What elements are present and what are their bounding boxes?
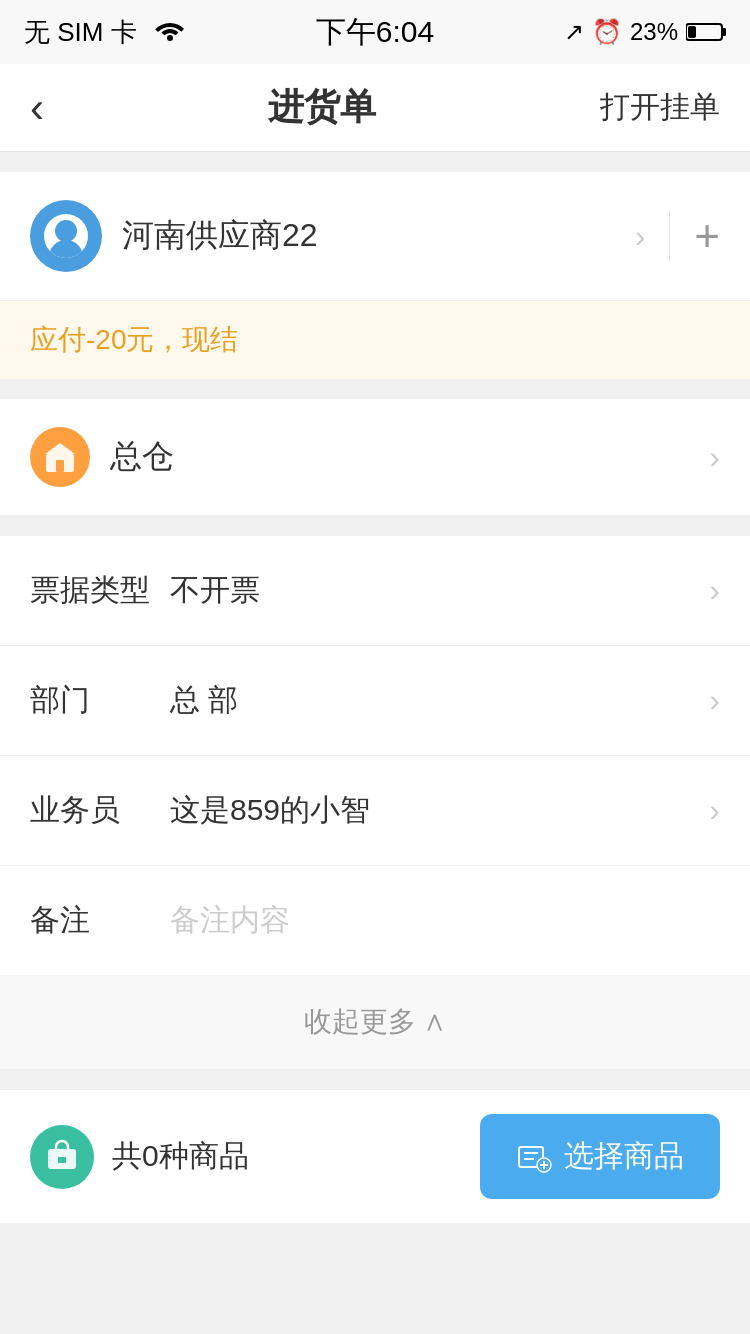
supplier-avatar	[30, 200, 102, 272]
notice-row: 应付-20元，现结	[0, 301, 750, 379]
alarm-icon: ⏰	[592, 18, 622, 46]
battery-icon	[686, 22, 726, 42]
page-content: 河南供应商22 › + 应付-20元，现结 总仓 › 票据类型 不开票	[0, 152, 750, 1334]
remark-row[interactable]: 备注 备注内容	[0, 865, 750, 975]
chevron-right-icon: ›	[635, 218, 646, 255]
page-title: 进货单	[268, 83, 376, 132]
status-time: 下午6:04	[316, 12, 434, 53]
svg-rect-2	[688, 26, 696, 38]
svg-rect-5	[56, 460, 64, 472]
department-row[interactable]: 部门 总 部 ›	[0, 645, 750, 755]
nav-bar: ‹ 进货单 打开挂单	[0, 64, 750, 152]
department-label: 部门	[30, 680, 170, 721]
svg-marker-4	[45, 443, 75, 454]
select-product-button[interactable]: 选择商品	[480, 1114, 720, 1199]
back-button[interactable]: ‹	[30, 87, 44, 129]
warehouse-icon	[30, 427, 90, 487]
supplier-section: 河南供应商22 › + 应付-20元，现结	[0, 172, 750, 379]
remark-label: 备注	[30, 900, 170, 941]
salesperson-chevron-icon: ›	[709, 792, 720, 829]
warehouse-section: 总仓 ›	[0, 399, 750, 515]
collapse-label: 收起更多 ∧	[304, 1003, 447, 1041]
supplier-name: 河南供应商22	[122, 214, 635, 258]
bottom-bar: 共0种商品 选择商品	[0, 1089, 750, 1223]
avatar-body	[49, 240, 83, 258]
add-supplier-button[interactable]: +	[694, 214, 720, 258]
product-count-wrap: 共0种商品	[30, 1125, 249, 1189]
invoice-type-label: 票据类型	[30, 570, 170, 611]
department-chevron-icon: ›	[709, 682, 720, 719]
status-left: 无 SIM 卡 ⁨	[24, 15, 186, 50]
product-icon	[30, 1125, 94, 1189]
open-pending-button[interactable]: 打开挂单	[600, 87, 720, 128]
product-count-text: 共0种商品	[112, 1136, 249, 1177]
supplier-row[interactable]: 河南供应商22 › +	[0, 172, 750, 301]
battery-text: 23%	[630, 18, 678, 46]
warehouse-row[interactable]: 总仓 ›	[0, 399, 750, 515]
vertical-divider	[669, 212, 670, 260]
invoice-chevron-icon: ›	[709, 572, 720, 609]
warehouse-chevron-icon: ›	[709, 439, 720, 476]
invoice-type-value: 不开票	[170, 570, 709, 611]
salesperson-label: 业务员	[30, 790, 170, 831]
gap-3	[0, 515, 750, 535]
warehouse-name: 总仓	[110, 435, 709, 479]
department-value: 总 部	[170, 680, 709, 721]
gap-2	[0, 379, 750, 399]
avatar-head	[55, 220, 77, 242]
svg-rect-1	[722, 28, 726, 36]
wifi-icon	[154, 17, 186, 48]
invoice-type-row[interactable]: 票据类型 不开票 ›	[0, 535, 750, 645]
svg-rect-7	[58, 1157, 66, 1163]
select-product-label: 选择商品	[564, 1136, 684, 1177]
form-section: 票据类型 不开票 › 部门 总 部 › 业务员 这是859的小智 › 备注 备注…	[0, 535, 750, 975]
status-right: ↗ ⏰ 23%	[564, 18, 726, 46]
status-bar: 无 SIM 卡 ⁨ 下午6:04 ↗ ⏰ 23%	[0, 0, 750, 64]
gap-4	[0, 1069, 750, 1089]
avatar-inner	[44, 214, 88, 258]
no-sim-text: 无 SIM 卡 ⁨	[24, 15, 144, 50]
location-icon: ↗	[564, 18, 584, 46]
salesperson-value: 这是859的小智	[170, 790, 709, 831]
remark-placeholder[interactable]: 备注内容	[170, 900, 720, 941]
collapse-row[interactable]: 收起更多 ∧	[0, 975, 750, 1069]
salesperson-row[interactable]: 业务员 这是859的小智 ›	[0, 755, 750, 865]
gap-1	[0, 152, 750, 172]
